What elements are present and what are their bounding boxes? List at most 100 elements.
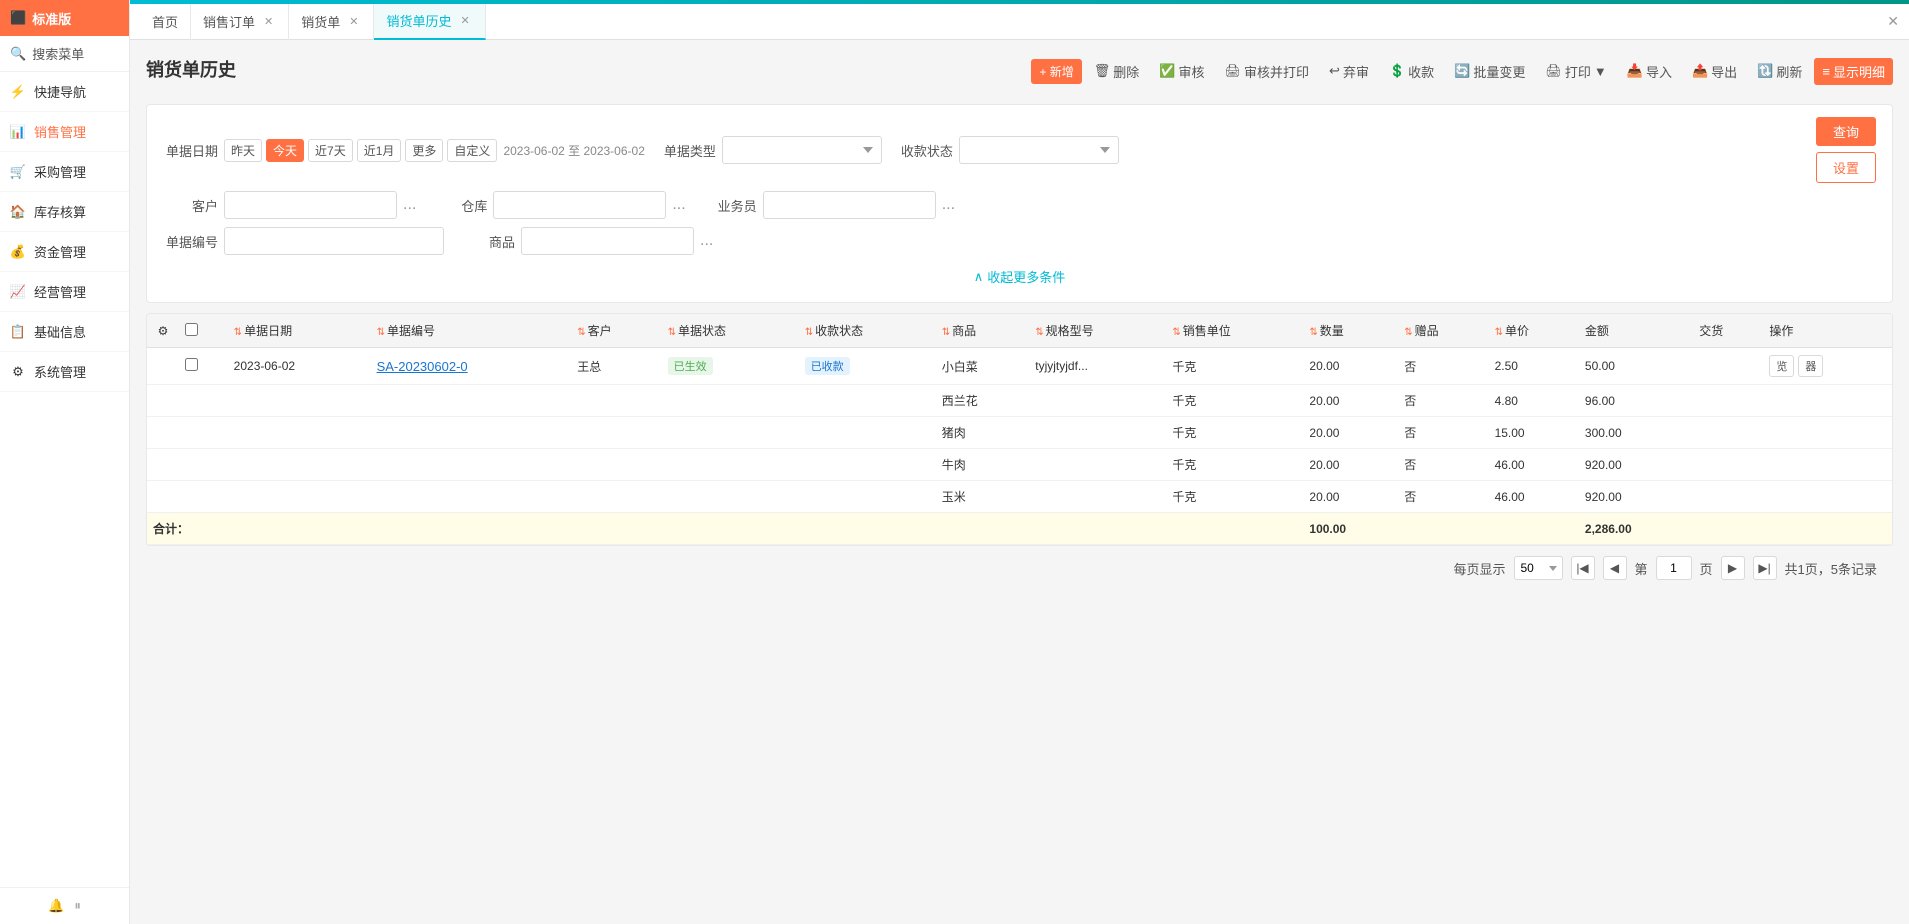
unit-column-header[interactable]: ⇅销售单位: [1166, 314, 1303, 348]
collect-button[interactable]: 💲 收款: [1381, 58, 1442, 85]
date-btn-7days[interactable]: 近7天: [308, 139, 353, 162]
pay-status-select[interactable]: [959, 136, 1119, 164]
customer-column-header[interactable]: ⇅客户: [571, 314, 661, 348]
customer-dots[interactable]: ...: [403, 196, 416, 214]
new-button[interactable]: + 新增: [1031, 59, 1081, 84]
salesperson-input[interactable]: [763, 191, 936, 219]
date-btn-today[interactable]: 今天: [266, 139, 304, 162]
export-button[interactable]: 📤 导出: [1684, 58, 1745, 85]
prev-page-button[interactable]: ◀: [1603, 556, 1627, 580]
filter-row-2: 客户 ... 仓库 ... 业务员 ...: [163, 191, 1876, 219]
checkbox-column-header[interactable]: [179, 314, 228, 348]
doc-status-column-header[interactable]: ⇅单据状态: [662, 314, 799, 348]
qty-cell: 20.00: [1303, 385, 1398, 417]
date-btn-custom[interactable]: 自定义: [447, 139, 497, 162]
doc-no-column-header[interactable]: ⇅单据编号: [371, 314, 572, 348]
tab-sales-order[interactable]: 销售订单 ✕: [191, 4, 289, 40]
first-page-button[interactable]: |◀: [1571, 556, 1595, 580]
date-btn-yesterday[interactable]: 昨天: [224, 139, 262, 162]
price-column-header[interactable]: ⇅单价: [1489, 314, 1579, 348]
date-btn-more[interactable]: 更多: [405, 139, 443, 162]
spec-column-header[interactable]: ⇅规格型号: [1029, 314, 1166, 348]
tab-close-sales-history[interactable]: ✕: [458, 13, 473, 28]
sidebar-item-label: 系统管理: [34, 362, 86, 381]
checkbox-cell[interactable]: [179, 481, 228, 513]
tab-sales-goods[interactable]: 销货单 ✕: [289, 4, 374, 40]
collapse-label: 收起更多条件: [987, 267, 1065, 286]
summary-spacer4: [1693, 513, 1892, 545]
show-detail-button[interactable]: ≡ 显示明细: [1814, 58, 1893, 85]
quick-nav-icon: ⚡: [10, 84, 26, 100]
doc-date-cell: [228, 385, 371, 417]
last-page-button[interactable]: ▶|: [1753, 556, 1777, 580]
tab-sales-history[interactable]: 销货单历史 ✕: [374, 4, 485, 40]
audit-button[interactable]: ✅ 审核: [1151, 58, 1212, 85]
salesperson-dots[interactable]: ...: [942, 196, 955, 214]
select-all-checkbox[interactable]: [185, 323, 198, 336]
summary-total-qty: 100.00: [1303, 513, 1398, 545]
filter-row-1: 单据日期 昨天 今天 近7天 近1月 更多 自定义 2023-06-02 至 2…: [163, 117, 1876, 183]
sidebar-item-operations[interactable]: 📈 经营管理: [0, 272, 129, 312]
warehouse-input[interactable]: [493, 191, 666, 219]
tab-close-sales-order[interactable]: ✕: [261, 14, 276, 29]
query-button[interactable]: 查询: [1816, 117, 1876, 146]
customer-input[interactable]: [224, 191, 397, 219]
gear-cell: [147, 481, 179, 513]
warehouse-dots[interactable]: ...: [672, 196, 685, 214]
print-button[interactable]: 🖨 打印 ▼: [1537, 58, 1614, 85]
qty-column-header[interactable]: ⇅数量: [1303, 314, 1398, 348]
sidebar-item-purchase-mgmt[interactable]: 🛒 采购管理: [0, 152, 129, 192]
sidebar-item-sales-mgmt[interactable]: 📊 销售管理: [0, 112, 129, 152]
sidebar-search[interactable]: 🔍 搜索菜单: [0, 36, 129, 72]
next-page-button[interactable]: ▶: [1721, 556, 1745, 580]
tab-close-all[interactable]: ✕: [1887, 13, 1899, 30]
date-btn-1month[interactable]: 近1月: [357, 139, 402, 162]
row-checkbox[interactable]: [185, 358, 198, 371]
sidebar-item-finance[interactable]: 💰 资金管理: [0, 232, 129, 272]
checkbox-cell[interactable]: [179, 417, 228, 449]
pay-status-column-header[interactable]: ⇅收款状态: [799, 314, 936, 348]
set-button[interactable]: 设置: [1816, 152, 1876, 183]
tab-home[interactable]: 首页: [140, 4, 191, 40]
notification-icon[interactable]: 🔔: [48, 898, 64, 914]
batch-change-button[interactable]: 🔄 批量变更: [1446, 58, 1533, 85]
doc-type-filter-group: 单据类型: [661, 136, 882, 164]
page-number-input[interactable]: [1656, 556, 1692, 580]
tab-close-sales-goods[interactable]: ✕: [346, 14, 361, 29]
goods-input[interactable]: [521, 227, 694, 255]
delete-button[interactable]: 🗑 删除: [1086, 58, 1148, 85]
tab-label: 首页: [152, 12, 178, 31]
checkbox-cell[interactable]: [179, 449, 228, 481]
unit-cell: 千克: [1166, 449, 1303, 481]
base-info-icon: 📋: [10, 324, 26, 340]
collapse-bar[interactable]: ∧ 收起更多条件: [163, 263, 1876, 290]
docno-input[interactable]: [224, 227, 444, 255]
goods-column-header[interactable]: ⇅商品: [936, 314, 1029, 348]
amount-cell: 50.00: [1579, 348, 1693, 385]
sidebar-item-base-info[interactable]: 📋 基础信息: [0, 312, 129, 352]
doc-no-link[interactable]: SA-20230602-0: [377, 359, 468, 374]
audit-print-button[interactable]: 🖨 审核并打印: [1217, 58, 1318, 85]
sidebar-item-quick-nav[interactable]: ⚡ 快捷导航: [0, 72, 129, 112]
gift-column-header[interactable]: ⇅赠品: [1398, 314, 1488, 348]
sidebar-item-label: 库存核算: [34, 202, 86, 221]
checkbox-cell[interactable]: [179, 385, 228, 417]
sidebar-item-inventory[interactable]: 🏠 库存核算: [0, 192, 129, 232]
sidebar-item-sys-mgmt[interactable]: ⚙ 系统管理: [0, 352, 129, 392]
qty-cell: 20.00: [1303, 449, 1398, 481]
import-button[interactable]: 📥 导入: [1619, 58, 1680, 85]
doc-type-select[interactable]: [722, 136, 882, 164]
goods-dots[interactable]: ...: [700, 232, 713, 250]
qty-cell: 20.00: [1303, 417, 1398, 449]
warehouse-filter-group: 仓库 ...: [432, 191, 685, 219]
qty-cell: 20.00: [1303, 481, 1398, 513]
pause-icon[interactable]: ⏸: [74, 898, 81, 914]
doc-date-column-header[interactable]: ⇅单据日期: [228, 314, 371, 348]
abandon-button[interactable]: ↩ 弃审: [1321, 58, 1377, 85]
refresh-button[interactable]: 🔃 刷新: [1749, 58, 1810, 85]
checkbox-cell[interactable]: [179, 348, 228, 385]
view-button[interactable]: 览: [1769, 355, 1794, 377]
more-button[interactable]: 器: [1798, 355, 1823, 377]
per-page-select[interactable]: 50 100 200: [1514, 556, 1563, 580]
gear-column-header[interactable]: ⚙: [147, 314, 179, 348]
